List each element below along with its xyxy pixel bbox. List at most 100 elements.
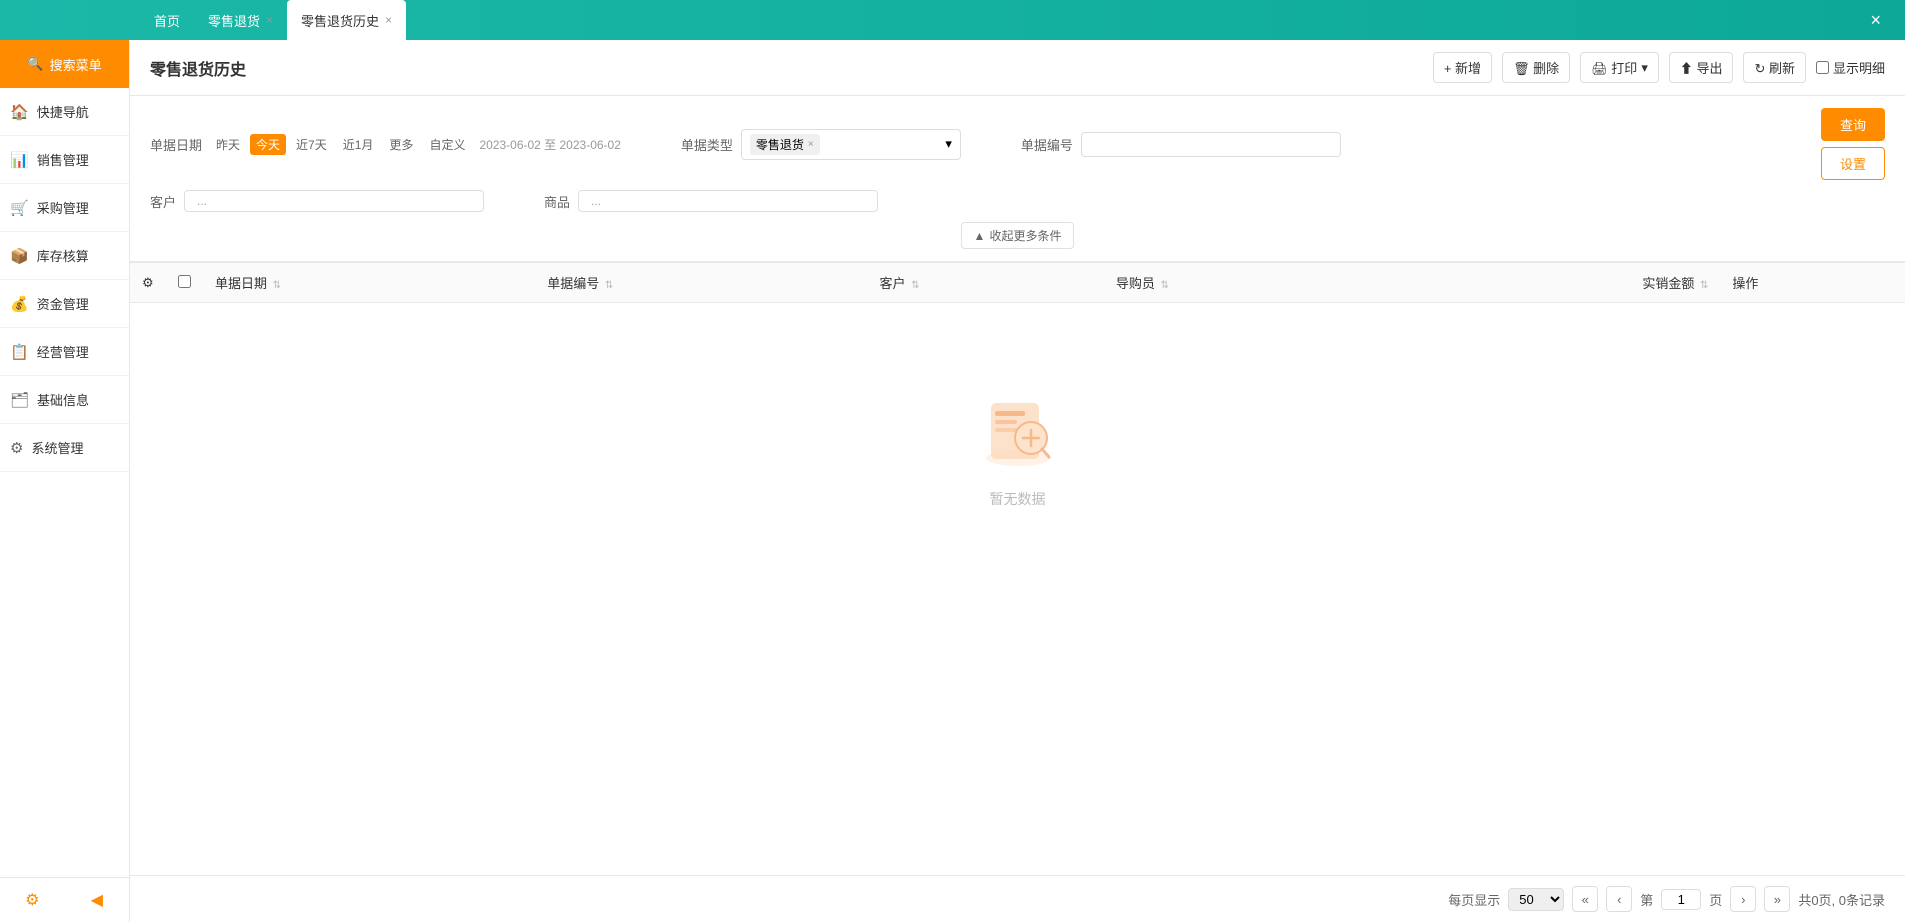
collapse-button[interactable]: ▲ 收起更多条件 bbox=[961, 222, 1075, 249]
sidebar-item-quick-nav[interactable]: 🏠 快捷导航 bbox=[0, 88, 129, 136]
date-shortcut-7days[interactable]: 近7天 bbox=[290, 134, 333, 155]
empty-state: 暂无数据 bbox=[130, 303, 1905, 589]
last-page-button[interactable]: » bbox=[1764, 886, 1790, 912]
show-detail-toggle[interactable]: 显示明细 bbox=[1816, 58, 1885, 77]
finance-icon: 💰 bbox=[10, 295, 29, 313]
sort-voucher-no-icon[interactable]: ⇅ bbox=[605, 280, 613, 291]
top-bar-right: × bbox=[1862, 6, 1889, 35]
date-shortcut-yesterday[interactable]: 昨天 bbox=[210, 134, 246, 155]
filter-voucher-type: 单据类型 零售退货 × ▾ bbox=[681, 129, 961, 160]
table-header-row: ⚙ 单据日期 ⇅ 单据编号 ⇅ bbox=[130, 263, 1905, 303]
customer-input[interactable]: ... bbox=[184, 190, 484, 212]
table-area: ⚙ 单据日期 ⇅ 单据编号 ⇅ bbox=[130, 262, 1905, 875]
sidebar-item-purchase[interactable]: 🛒 采购管理 bbox=[0, 184, 129, 232]
col-voucher-no: 单据编号 ⇅ bbox=[535, 263, 867, 303]
voucher-date-label: 单据日期 bbox=[150, 135, 202, 154]
sidebar-settings-button[interactable]: ⚙ bbox=[0, 878, 65, 922]
page-unit: 页 bbox=[1709, 890, 1722, 909]
sidebar-item-finance[interactable]: 💰 资金管理 bbox=[0, 280, 129, 328]
empty-icon bbox=[973, 383, 1063, 473]
print-button[interactable]: 🖨 打印 ▾ bbox=[1580, 52, 1659, 83]
sidebar-item-inventory[interactable]: 📦 库存核算 bbox=[0, 232, 129, 280]
sort-amount-icon[interactable]: ⇅ bbox=[1700, 280, 1708, 291]
filter-settings-button[interactable]: 设置 bbox=[1821, 147, 1885, 180]
main-content: 零售退货历史 + 新增 🗑 删除 🖨 打印 ▾ ⬆ 导出 ↻ 刷新 bbox=[130, 40, 1905, 922]
remove-voucher-type-tag[interactable]: × bbox=[808, 139, 814, 150]
date-shortcut-1month[interactable]: 近1月 bbox=[337, 134, 380, 155]
goods-input[interactable]: ... bbox=[578, 190, 878, 212]
tab-retail-return-history[interactable]: 零售退货历史 × bbox=[287, 0, 406, 40]
page-title: 零售退货历史 bbox=[150, 56, 246, 92]
top-bar: 首页 零售退货 × 零售退货历史 × × bbox=[0, 0, 1905, 40]
inventory-icon: 📦 bbox=[10, 247, 29, 265]
col-actions: 操作 bbox=[1720, 263, 1905, 303]
operations-icon: 📋 bbox=[10, 343, 29, 361]
date-shortcut-today[interactable]: 今天 bbox=[250, 134, 286, 155]
next-page-button[interactable]: › bbox=[1730, 886, 1756, 912]
voucher-no-input[interactable] bbox=[1081, 132, 1341, 157]
refresh-button[interactable]: ↻ 刷新 bbox=[1743, 52, 1806, 83]
first-page-button[interactable]: « bbox=[1572, 886, 1598, 912]
next-page-icon: › bbox=[1741, 892, 1745, 907]
search-icon: 🔍 bbox=[27, 56, 43, 72]
col-guide: 导购员 ⇅ bbox=[1104, 263, 1388, 303]
sidebar-search[interactable]: 🔍 搜索菜单 bbox=[0, 40, 129, 88]
table-settings-icon[interactable]: ⚙ bbox=[142, 275, 154, 290]
filter-area: 单据日期 昨天 今天 近7天 近1月 更多 自定义 2023-06-02 至 2… bbox=[130, 96, 1905, 262]
layout: 🔍 搜索菜单 🏠 快捷导航 📊 销售管理 🛒 采购管理 📦 库存核算 💰 资金管… bbox=[0, 40, 1905, 922]
close-tab-retail-return[interactable]: × bbox=[266, 13, 273, 27]
date-shortcut-more[interactable]: 更多 bbox=[383, 134, 419, 155]
table-select-all[interactable] bbox=[178, 275, 191, 288]
sort-voucher-date-icon[interactable]: ⇅ bbox=[273, 280, 281, 291]
page-actions: + 新增 🗑 删除 🖨 打印 ▾ ⬆ 导出 ↻ 刷新 显示明细 bbox=[1433, 52, 1885, 95]
total-info: 共0页, 0条记录 bbox=[1798, 890, 1885, 909]
tab-home[interactable]: 首页 bbox=[140, 0, 194, 40]
sidebar-bottom: ⚙ ◀ bbox=[0, 877, 129, 922]
filter-date: 单据日期 昨天 今天 近7天 近1月 更多 自定义 2023-06-02 至 2… bbox=[150, 134, 621, 155]
per-page-label: 每页显示 bbox=[1448, 890, 1500, 909]
filter-row-2: 客户 ... 商品 ... bbox=[150, 190, 1885, 212]
voucher-type-select[interactable]: 零售退货 × ▾ bbox=[741, 129, 961, 160]
close-tab-retail-return-history[interactable]: × bbox=[385, 13, 392, 27]
print-arrow-icon: ▾ bbox=[1641, 60, 1648, 76]
delete-button[interactable]: 🗑 删除 bbox=[1502, 52, 1570, 83]
filter-goods: 商品 ... bbox=[544, 190, 878, 212]
sidebar-collapse-button[interactable]: ◀ bbox=[65, 878, 130, 922]
voucher-type-label: 单据类型 bbox=[681, 135, 733, 154]
goods-label: 商品 bbox=[544, 192, 570, 211]
col-voucher-date: 单据日期 ⇅ bbox=[203, 263, 535, 303]
sort-guide-icon[interactable]: ⇅ bbox=[1160, 280, 1168, 291]
query-button[interactable]: 查询 bbox=[1821, 108, 1885, 141]
collapse-row: ▲ 收起更多条件 bbox=[150, 222, 1885, 249]
pagination: 每页显示 20 50 100 200 « ‹ 第 页 › » 共0页, 0条记录 bbox=[130, 875, 1905, 922]
per-page-select[interactable]: 20 50 100 200 bbox=[1508, 888, 1564, 911]
sidebar-item-basic-info[interactable]: 🗂 基础信息 bbox=[0, 376, 129, 424]
add-button[interactable]: + 新增 bbox=[1433, 52, 1492, 83]
date-shortcut-custom[interactable]: 自定义 bbox=[423, 134, 471, 155]
window-close-button[interactable]: × bbox=[1862, 6, 1889, 35]
prev-page-icon: ‹ bbox=[1617, 892, 1621, 907]
show-detail-checkbox[interactable] bbox=[1816, 61, 1829, 74]
voucher-no-label: 单据编号 bbox=[1021, 135, 1073, 154]
prev-page-button[interactable]: ‹ bbox=[1606, 886, 1632, 912]
system-icon: ⚙ bbox=[10, 439, 23, 457]
page-header: 零售退货历史 + 新增 🗑 删除 🖨 打印 ▾ ⬆ 导出 ↻ 刷新 bbox=[130, 40, 1905, 96]
sidebar-item-operations[interactable]: 📋 经营管理 bbox=[0, 328, 129, 376]
data-table: ⚙ 单据日期 ⇅ 单据编号 ⇅ bbox=[130, 263, 1905, 303]
export-button[interactable]: ⬆ 导出 bbox=[1669, 52, 1734, 83]
sidebar-item-sales[interactable]: 📊 销售管理 bbox=[0, 136, 129, 184]
tab-retail-return[interactable]: 零售退货 × bbox=[194, 0, 287, 40]
home-icon: 🏠 bbox=[10, 103, 29, 121]
basic-info-icon: 🗂 bbox=[10, 391, 29, 409]
sort-customer-icon[interactable]: ⇅ bbox=[911, 280, 919, 291]
sidebar-item-system[interactable]: ⚙ 系统管理 bbox=[0, 424, 129, 472]
filter-row-1: 单据日期 昨天 今天 近7天 近1月 更多 自定义 2023-06-02 至 2… bbox=[150, 108, 1885, 180]
table-settings-col[interactable]: ⚙ bbox=[130, 263, 166, 303]
col-amount: 实销金额 ⇅ bbox=[1388, 263, 1720, 303]
table-checkbox-col[interactable] bbox=[166, 263, 203, 303]
page-label: 第 bbox=[1640, 890, 1653, 909]
goods-dots: ... bbox=[587, 194, 601, 208]
page-input[interactable] bbox=[1661, 889, 1701, 910]
col-customer: 客户 ⇅ bbox=[868, 263, 1104, 303]
collapse-up-icon: ▲ bbox=[974, 229, 986, 243]
